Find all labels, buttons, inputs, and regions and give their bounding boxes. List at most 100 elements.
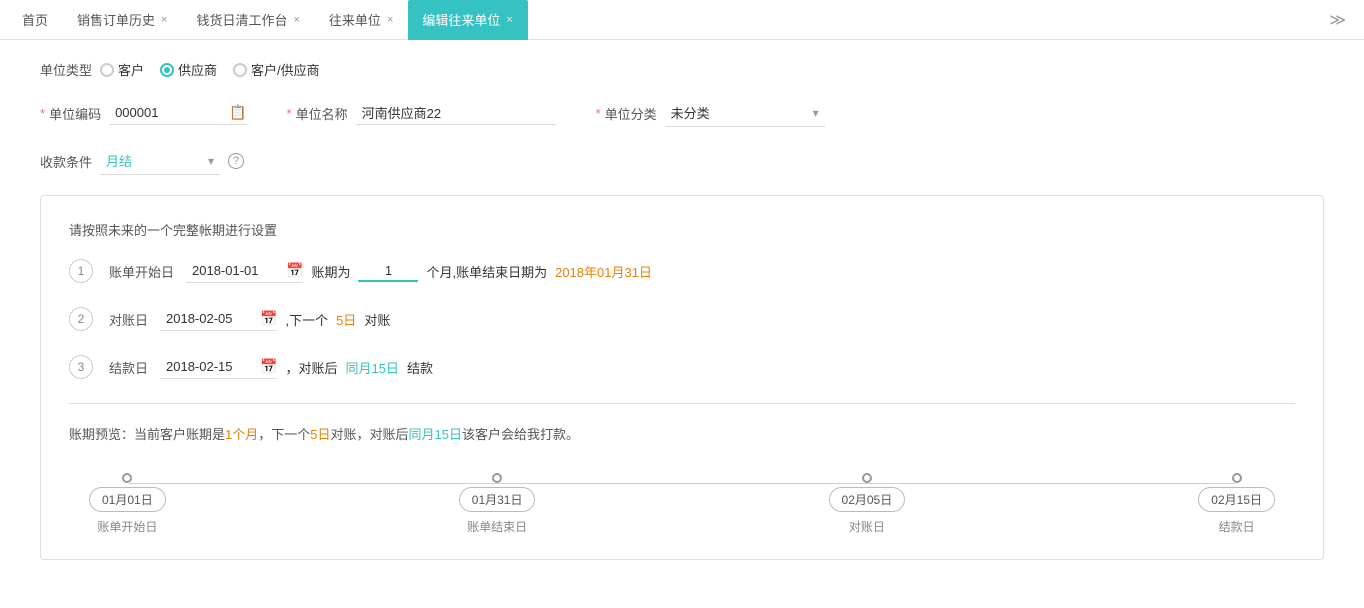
preview-text: 账期预览：当前客户账期是1个月，下一个5日对账，对账后同月15日该客户会给我打款…	[69, 424, 1295, 443]
timeline-dot-3	[862, 473, 872, 483]
step2-date-input[interactable]	[160, 307, 260, 330]
radio-supplier-circle	[160, 63, 174, 77]
tab-edit-close[interactable]: ×	[506, 14, 512, 26]
tab-cash-work[interactable]: 钱货日清工作台 ×	[182, 0, 314, 40]
payment-label: 收款条件	[40, 152, 92, 171]
radio-both-circle	[233, 63, 247, 77]
timeline-node-1: 01月01日 账单开始日	[89, 473, 166, 535]
unit-code-input-wrapper: 📋	[109, 101, 246, 125]
step-row-3: 3 结款日 📅 ，对账后 同月15日 结款	[69, 355, 1295, 379]
tab-sales-label: 销售订单历史	[77, 10, 155, 29]
timeline-dot-1	[122, 473, 132, 483]
tab-home[interactable]: 首页	[8, 0, 63, 40]
tab-sales-history[interactable]: 销售订单历史 ×	[63, 0, 182, 40]
tabs-expand-button[interactable]: ≫	[1319, 10, 1356, 30]
preview-orange1: 1个月	[225, 427, 258, 442]
timeline-node-3: 02月05日 对账日	[829, 473, 906, 535]
unit-type-field: 单位类型 客户 供应商 客户/供应商	[40, 60, 320, 79]
step2-prefix: ,下一个	[285, 310, 328, 329]
tab-edit-label: 编辑往来单位	[422, 10, 500, 29]
timeline-wrapper: 01月01日 账单开始日 01月31日 账单结束日 02月05日 对账日	[69, 473, 1295, 535]
timeline-label-4: 结款日	[1219, 518, 1255, 535]
unit-code-input[interactable]	[109, 101, 229, 124]
unit-category-value: 未分类	[671, 103, 807, 122]
step2-highlight: 5日	[336, 310, 356, 329]
expand-icon: ≫	[1329, 12, 1346, 29]
main-content: 单位类型 客户 供应商 客户/供应商 * 单位编码	[0, 40, 1364, 608]
timeline-dot-2	[492, 473, 502, 483]
preview-prefix: 账期预览：当前客户账期是	[69, 427, 225, 442]
step1-date-wrapper: 📅	[186, 259, 303, 283]
unit-type-label: 单位类型	[40, 60, 92, 79]
step3-cal-icon[interactable]: 📅	[260, 358, 277, 375]
step1-period-unit: 个月,账单结束日期为	[426, 262, 547, 281]
payment-row: 收款条件 月结 ▾ ?	[40, 147, 1324, 175]
timeline-line	[129, 483, 1235, 484]
timeline-label-3: 对账日	[849, 518, 885, 535]
tab-edit-partner[interactable]: 编辑往来单位 ×	[408, 0, 527, 40]
period-input[interactable]	[358, 261, 418, 282]
tab-sales-close[interactable]: ×	[161, 14, 167, 26]
timeline-label-1: 账单开始日	[97, 518, 157, 535]
preview-section: 账期预览：当前客户账期是1个月，下一个5日对账，对账后同月15日该客户会给我打款…	[69, 403, 1295, 535]
unit-category-select[interactable]: 未分类 ▾	[665, 99, 825, 127]
tab-partner-units[interactable]: 往来单位 ×	[315, 0, 408, 40]
timeline-badge-3: 02月05日	[829, 487, 906, 512]
payment-help-icon[interactable]: ?	[228, 153, 244, 169]
payment-field: 收款条件 月结 ▾ ?	[40, 147, 244, 175]
unit-info-row: * 单位编码 📋 * 单位名称 * 单位分类 未分类 ▾	[40, 99, 1324, 127]
step1-cal-icon[interactable]: 📅	[286, 262, 303, 279]
step3-prefix: ，对账后	[285, 358, 337, 377]
radio-customer-circle	[100, 63, 114, 77]
step-content-1: 📅 账期为 个月,账单结束日期为 2018年01月31日	[186, 259, 652, 283]
step1-date-input[interactable]	[186, 259, 286, 282]
step-label-2: 对账日	[109, 310, 148, 329]
tab-partner-close[interactable]: ×	[387, 14, 393, 26]
unit-code-icon[interactable]: 📋	[229, 104, 246, 121]
step-content-2: 📅 ,下一个 5日 对账	[160, 307, 390, 331]
timeline-node-2: 01月31日 账单结束日	[459, 473, 536, 535]
step-num-2: 2	[69, 307, 93, 331]
radio-customer[interactable]: 客户	[100, 60, 144, 79]
unit-type-row: 单位类型 客户 供应商 客户/供应商	[40, 60, 1324, 79]
unit-name-label: 单位名称	[296, 104, 348, 123]
radio-both[interactable]: 客户/供应商	[233, 60, 320, 79]
tab-partner-label: 往来单位	[329, 10, 381, 29]
unit-name-field: * 单位名称	[287, 101, 556, 125]
tab-cash-close[interactable]: ×	[293, 14, 299, 26]
unit-type-radio-group: 客户 供应商 客户/供应商	[100, 60, 320, 79]
radio-both-label: 客户/供应商	[251, 60, 320, 79]
unit-name-input[interactable]	[356, 101, 556, 125]
unit-category-star: *	[596, 106, 601, 121]
unit-category-label: 单位分类	[605, 104, 657, 123]
step3-date-input[interactable]	[160, 355, 260, 378]
step1-suffix: 账期为	[311, 262, 350, 281]
unit-code-star: *	[40, 106, 45, 121]
step-row-1: 1 账单开始日 📅 账期为 个月,账单结束日期为 2018年01月31日	[69, 259, 1295, 283]
timeline-label-2: 账单结束日	[467, 518, 527, 535]
payment-select[interactable]: 月结 ▾	[100, 147, 220, 175]
step1-highlight: 2018年01月31日	[555, 262, 652, 281]
step2-cal-icon[interactable]: 📅	[260, 310, 277, 327]
preview-suffix: 该客户会给我打款。	[462, 427, 579, 442]
step-content-3: 📅 ，对账后 同月15日 结款	[160, 355, 433, 379]
step3-date-wrapper: 📅	[160, 355, 277, 379]
panel-hint: 请按照未来的一个完整帐期进行设置	[69, 220, 1295, 239]
step-label-3: 结款日	[109, 358, 148, 377]
payment-value: 月结	[106, 151, 202, 170]
radio-supplier[interactable]: 供应商	[160, 60, 217, 79]
radio-customer-label: 客户	[118, 60, 144, 79]
step-row-2: 2 对账日 📅 ,下一个 5日 对账	[69, 307, 1295, 331]
step2-date-wrapper: 📅	[160, 307, 277, 331]
payment-chevron: ▾	[208, 154, 214, 168]
unit-code-field: * 单位编码 📋	[40, 101, 247, 125]
preview-orange2: 5日	[310, 427, 330, 442]
preview-mid1: ，下一个	[258, 427, 310, 442]
step3-suffix: 结款	[407, 358, 433, 377]
unit-code-label: 单位编码	[49, 104, 101, 123]
preview-teal: 同月15日	[409, 427, 462, 442]
tab-cash-label: 钱货日清工作台	[196, 10, 287, 29]
tabs-bar: 首页 销售订单历史 × 钱货日清工作台 × 往来单位 × 编辑往来单位 × ≫	[0, 0, 1364, 40]
timeline-badge-1: 01月01日	[89, 487, 166, 512]
timeline-badge-4: 02月15日	[1198, 487, 1275, 512]
